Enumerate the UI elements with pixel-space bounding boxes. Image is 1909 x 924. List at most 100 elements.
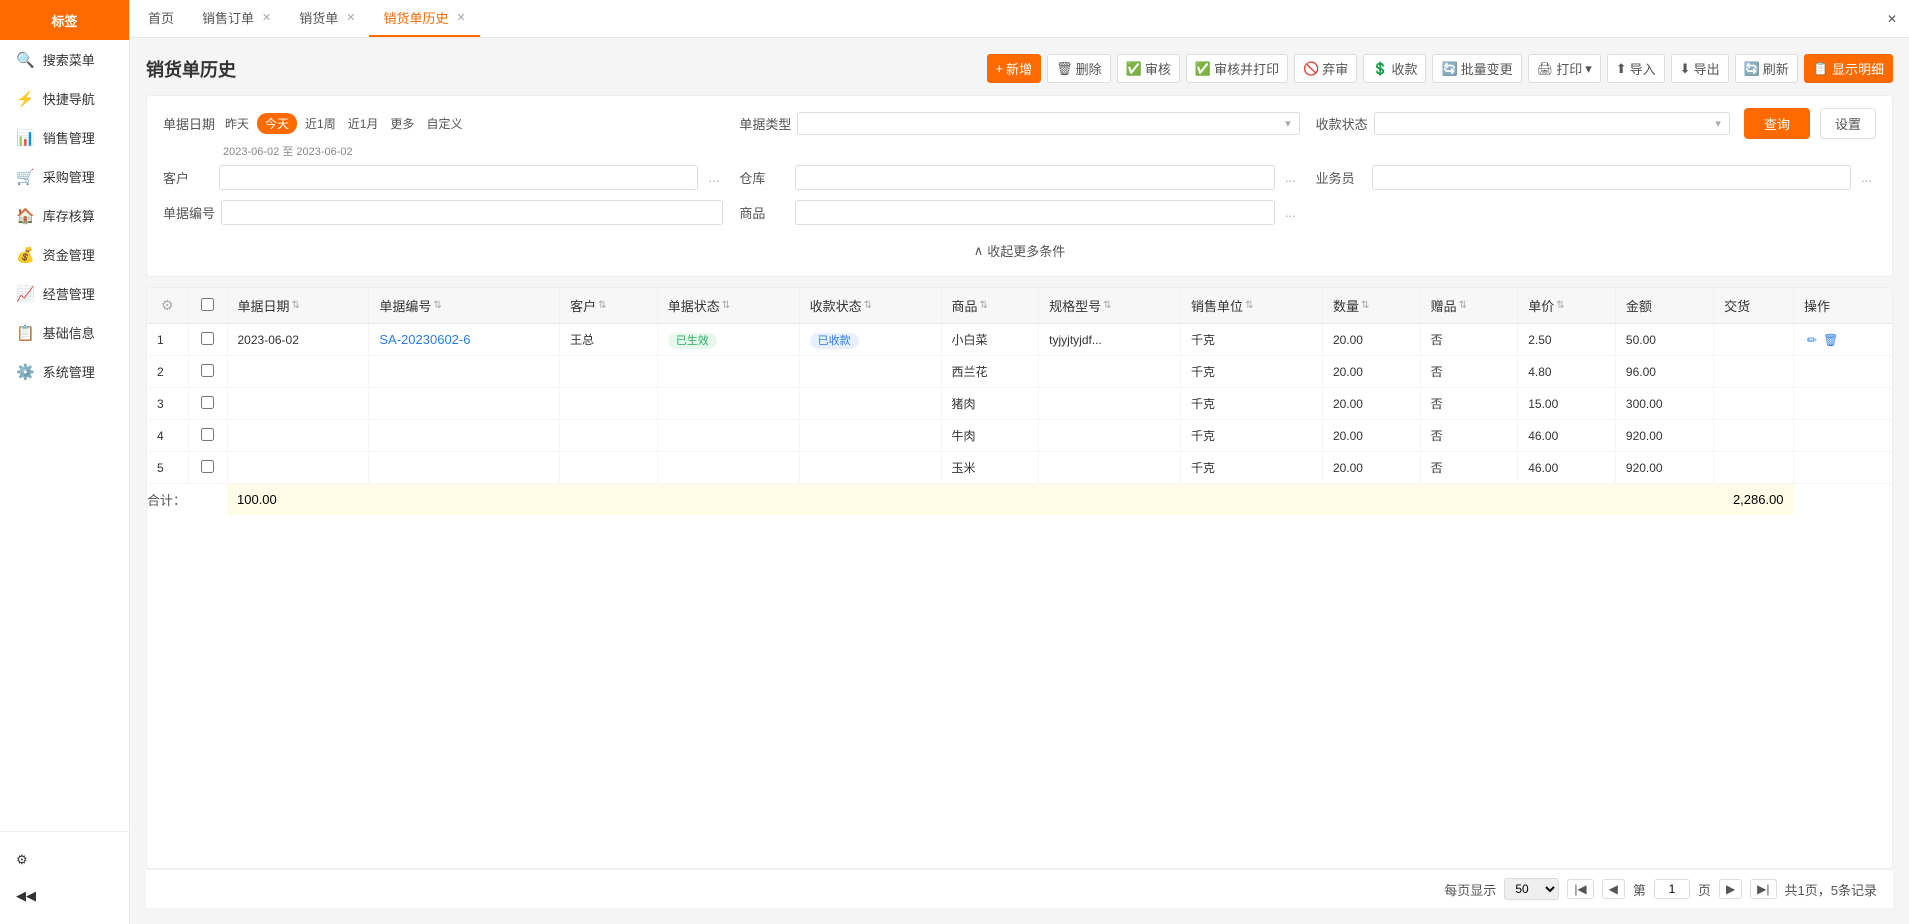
- tab-close-sales-history[interactable]: ✕: [457, 11, 466, 24]
- sidebar-item-quick-nav[interactable]: ⚡ 快捷导航: [0, 79, 129, 118]
- goods-label: 商品: [739, 203, 789, 222]
- select-all-checkbox[interactable]: [201, 298, 214, 311]
- query-button[interactable]: 查询: [1744, 108, 1810, 139]
- next-page-btn[interactable]: ▶: [1719, 879, 1742, 899]
- goods-input[interactable]: [795, 200, 1274, 225]
- th-price-sort[interactable]: 单价 ⇅: [1528, 296, 1605, 315]
- pay-status-arrow: ▾: [1715, 117, 1721, 130]
- batch-change-button[interactable]: 🔄 批量变更: [1432, 54, 1521, 83]
- th-goods-sort[interactable]: 商品 ⇅: [952, 296, 1029, 315]
- sales-mgmt-icon: 📊: [16, 129, 35, 147]
- setup-button[interactable]: 设置: [1820, 108, 1876, 139]
- sidebar-item-inventory-calc[interactable]: 🏠 库存核算: [0, 196, 129, 235]
- date-last7days[interactable]: 近1周: [301, 113, 340, 134]
- th-goods[interactable]: 商品 ⇅: [941, 288, 1039, 324]
- collect-button[interactable]: 💲 收款: [1363, 54, 1426, 83]
- row-checkbox[interactable]: [201, 428, 214, 441]
- page-size-select[interactable]: 50 10 20 100: [1504, 878, 1559, 900]
- cell-checkbox[interactable]: [188, 388, 227, 420]
- action-btn[interactable]: 🗑: [1823, 333, 1838, 347]
- th-doc-status[interactable]: 单据状态 ⇅: [657, 288, 799, 324]
- first-page-btn[interactable]: |◀: [1567, 879, 1593, 899]
- cell-checkbox[interactable]: [188, 420, 227, 452]
- th-doc-status-sort[interactable]: 单据状态 ⇅: [668, 296, 789, 315]
- date-yesterday[interactable]: 昨天: [221, 113, 253, 134]
- warehouse-input[interactable]: [795, 165, 1274, 190]
- row-checkbox[interactable]: [201, 396, 214, 409]
- sidebar-item-business-mgmt[interactable]: 📈 经营管理: [0, 274, 129, 313]
- staff-dots[interactable]: ...: [1857, 170, 1876, 185]
- collapse-btn[interactable]: ∧ 收起更多条件: [966, 237, 1074, 264]
- filter-item-staff: 业务员 ...: [1316, 165, 1876, 190]
- tab-sales-goods[interactable]: 销货单 ✕: [285, 0, 369, 37]
- filter-item-doc-type: 单据类型 ▾: [739, 112, 1299, 135]
- tab-close-all[interactable]: ✕: [1879, 8, 1905, 30]
- show-detail-button[interactable]: 📋 显示明细: [1804, 54, 1893, 83]
- prev-page-btn[interactable]: ◀: [1602, 879, 1625, 899]
- audit-print-button[interactable]: ✅ 审核并打印: [1186, 54, 1288, 83]
- row-checkbox[interactable]: [201, 460, 214, 473]
- doc-type-select[interactable]: ▾: [797, 112, 1299, 135]
- th-doc-no-sort[interactable]: 单据编号 ⇅: [379, 296, 549, 315]
- table-gear-icon[interactable]: ⚙: [161, 297, 174, 313]
- import-button[interactable]: ⬆ 导入: [1607, 54, 1665, 83]
- sidebar-item-sales-mgmt[interactable]: 📊 销售管理: [0, 118, 129, 157]
- date-custom[interactable]: 自定义: [422, 113, 466, 134]
- doc-no-link[interactable]: SA-20230602-6: [379, 332, 470, 347]
- doc-no-input[interactable]: [221, 200, 723, 225]
- th-spec-sort[interactable]: 规格型号 ⇅: [1049, 296, 1170, 315]
- th-pay-status-sort[interactable]: 收款状态 ⇅: [810, 296, 931, 315]
- sidebar-item-settings-bottom[interactable]: ⚙: [0, 842, 129, 878]
- staff-input[interactable]: [1372, 165, 1851, 190]
- th-unit-sort[interactable]: 销售单位 ⇅: [1191, 296, 1312, 315]
- cell-checkbox[interactable]: [188, 452, 227, 484]
- th-spec[interactable]: 规格型号 ⇅: [1039, 288, 1181, 324]
- customer-input[interactable]: [219, 165, 698, 190]
- sidebar-item-finance-mgmt[interactable]: 💰 资金管理: [0, 235, 129, 274]
- warehouse-dots[interactable]: ...: [1281, 170, 1300, 185]
- cell-checkbox[interactable]: [188, 356, 227, 388]
- th-gift[interactable]: 赠品 ⇅: [1420, 288, 1518, 324]
- tab-close-sales-goods[interactable]: ✕: [346, 11, 355, 24]
- th-date[interactable]: 单据日期 ⇅: [227, 288, 369, 324]
- th-date-sort[interactable]: 单据日期 ⇅: [238, 296, 359, 315]
- sidebar-item-basic-info[interactable]: 📋 基础信息: [0, 313, 129, 352]
- th-customer-sort[interactable]: 客户 ⇅: [570, 296, 647, 315]
- date-today[interactable]: 今天: [257, 113, 297, 134]
- th-unit[interactable]: 销售单位 ⇅: [1181, 288, 1323, 324]
- customer-dots[interactable]: ...: [704, 170, 723, 185]
- abandon-button[interactable]: 🚫 弃审: [1294, 54, 1357, 83]
- sidebar-item-system-mgmt[interactable]: ⚙️ 系统管理: [0, 352, 129, 391]
- print-button[interactable]: 🖨 打印 ▾: [1528, 54, 1601, 83]
- sidebar-item-purchase-mgmt[interactable]: 🛒 采购管理: [0, 157, 129, 196]
- th-price[interactable]: 单价 ⇅: [1518, 288, 1616, 324]
- tab-close-sales-order[interactable]: ✕: [262, 11, 271, 24]
- th-gear[interactable]: ⚙: [147, 288, 188, 324]
- date-last1month[interactable]: 近1月: [344, 113, 383, 134]
- delete-button[interactable]: 🗑 删除: [1047, 54, 1111, 83]
- page-input[interactable]: [1654, 879, 1690, 899]
- cell-checkbox[interactable]: [188, 324, 227, 356]
- refresh-button[interactable]: 🔄 刷新: [1735, 54, 1798, 83]
- tab-sales-order[interactable]: 销售订单 ✕: [188, 0, 285, 37]
- sidebar-item-collapse[interactable]: ◀◀: [0, 878, 129, 914]
- th-customer[interactable]: 客户 ⇅: [560, 288, 658, 324]
- th-qty[interactable]: 数量 ⇅: [1322, 288, 1420, 324]
- export-button[interactable]: ⬇ 导出: [1671, 54, 1729, 83]
- row-checkbox[interactable]: [201, 332, 214, 345]
- date-more[interactable]: 更多: [386, 113, 418, 134]
- new-button[interactable]: + 新增: [987, 54, 1042, 83]
- th-doc-no[interactable]: 单据编号 ⇅: [369, 288, 560, 324]
- last-page-btn[interactable]: ▶|: [1750, 879, 1776, 899]
- action-btn[interactable]: ✏: [1807, 333, 1817, 347]
- tab-sales-history[interactable]: 销货单历史 ✕: [369, 0, 479, 37]
- sidebar-item-search-menu[interactable]: 🔍 搜索菜单: [0, 40, 129, 79]
- th-pay-status[interactable]: 收款状态 ⇅: [799, 288, 941, 324]
- th-qty-sort[interactable]: 数量 ⇅: [1333, 296, 1410, 315]
- audit-button[interactable]: ✅ 审核: [1117, 54, 1180, 83]
- row-checkbox[interactable]: [201, 364, 214, 377]
- pay-status-select[interactable]: ▾: [1374, 112, 1730, 135]
- goods-dots[interactable]: ...: [1281, 205, 1300, 220]
- tab-home[interactable]: 首页: [134, 0, 188, 37]
- th-gift-sort[interactable]: 赠品 ⇅: [1431, 296, 1508, 315]
